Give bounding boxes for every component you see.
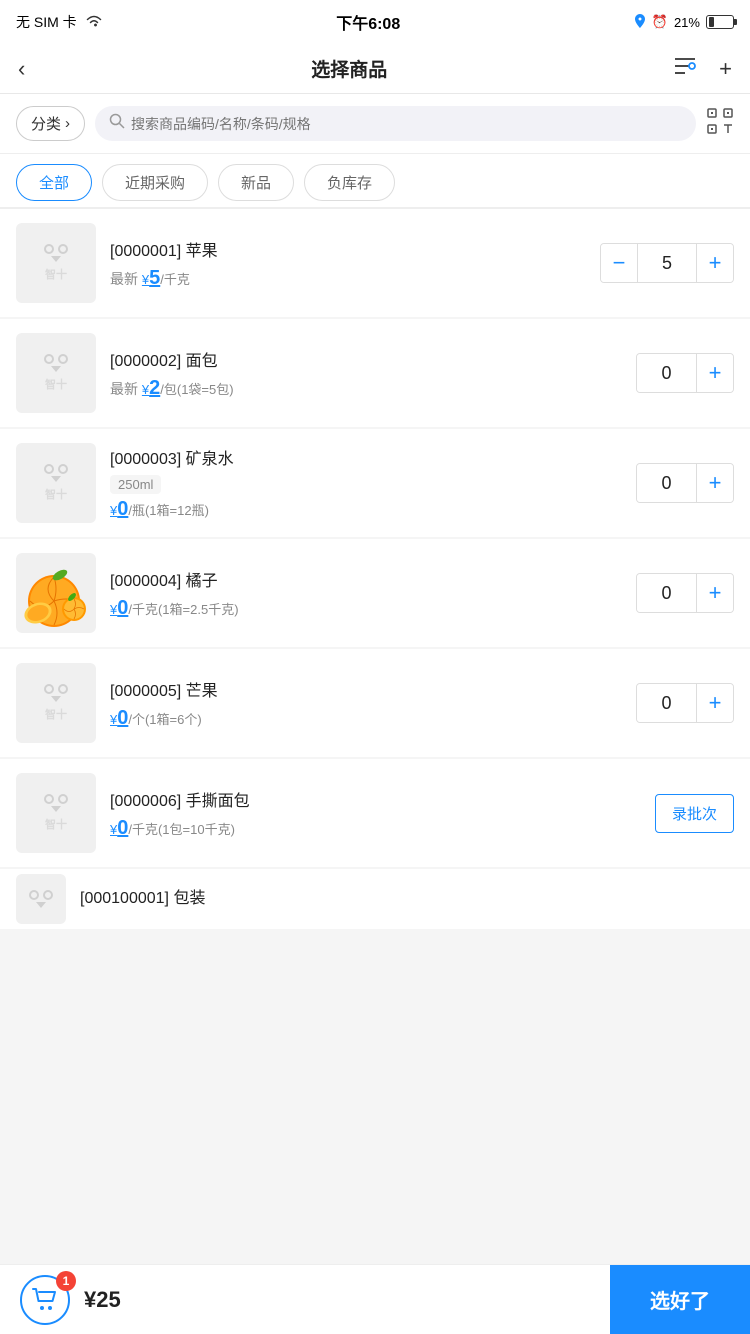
- quantity-control: +: [636, 463, 734, 503]
- category-button[interactable]: 分类 ›: [16, 106, 85, 141]
- placeholder-logo: 智十: [44, 684, 68, 722]
- wifi-icon: [85, 14, 103, 31]
- list-item: [0000004] 橘子 ¥0/千克(1箱=2.5千克) +: [0, 539, 750, 647]
- status-left: 无 SIM 卡: [16, 12, 103, 32]
- product-name: [0000006] 手撕面包: [110, 787, 641, 811]
- increase-button[interactable]: +: [697, 684, 733, 722]
- list-item: 智十 [0000003] 矿泉水 250ml ¥0/瓶(1箱=12瓶) +: [0, 429, 750, 537]
- tab-bar: 全部 近期采购 新品 负库存: [0, 154, 750, 209]
- product-info: [0000001] 苹果 最新 ¥5/千克: [110, 237, 586, 290]
- add-icon[interactable]: +: [719, 56, 732, 82]
- quantity-control: +: [636, 683, 734, 723]
- nav-actions: +: [673, 55, 732, 83]
- quantity-input[interactable]: [637, 244, 697, 282]
- cart-icon-button[interactable]: 1: [20, 1275, 70, 1325]
- product-name: [0000002] 面包: [110, 347, 622, 371]
- quantity-control: − +: [600, 243, 734, 283]
- quantity-input[interactable]: [637, 464, 697, 502]
- status-time: 下午6:08: [336, 10, 400, 34]
- increase-button[interactable]: +: [697, 354, 733, 392]
- product-list: 智十 [0000001] 苹果 最新 ¥5/千克 − +: [0, 209, 750, 929]
- category-label: 分类: [31, 113, 61, 134]
- product-thumbnail: 智十: [16, 333, 96, 413]
- product-info: [0000003] 矿泉水 250ml ¥0/瓶(1箱=12瓶): [110, 445, 622, 521]
- page-title: 选择商品: [311, 55, 387, 82]
- increase-button[interactable]: +: [697, 464, 733, 502]
- product-name: [0000003] 矿泉水: [110, 445, 622, 469]
- product-thumbnail: 智十: [16, 443, 96, 523]
- nav-bar: ‹ 选择商品 +: [0, 44, 750, 94]
- product-thumbnail: 智十: [16, 223, 96, 303]
- tab-new[interactable]: 新品: [218, 164, 294, 201]
- bottom-bar: 1 ¥25 选好了: [0, 1264, 750, 1334]
- quantity-control: +: [636, 573, 734, 613]
- decrease-button[interactable]: −: [601, 244, 637, 282]
- confirm-button[interactable]: 选好了: [610, 1265, 750, 1334]
- search-input[interactable]: [131, 116, 682, 132]
- product-price: ¥0/千克(1箱=2.5千克): [110, 597, 622, 620]
- tab-negative[interactable]: 负库存: [304, 164, 395, 201]
- cart-icon: [32, 1288, 58, 1312]
- product-name: [0000001] 苹果: [110, 237, 586, 261]
- product-name: [0000005] 芒果: [110, 677, 622, 701]
- search-input-wrap[interactable]: [95, 106, 696, 141]
- batch-button[interactable]: 录批次: [655, 794, 734, 833]
- placeholder-logo: 智十: [44, 244, 68, 282]
- cart-area: 1 ¥25: [20, 1275, 121, 1325]
- filter-icon[interactable]: [673, 55, 697, 83]
- product-thumbnail: [16, 874, 66, 924]
- product-thumbnail: 智十: [16, 663, 96, 743]
- carrier-label: 无 SIM 卡: [16, 12, 77, 32]
- list-item: 智十 [0000002] 面包 最新 ¥2/包(1袋=5包) +: [0, 319, 750, 427]
- placeholder-logo: 智十: [44, 794, 68, 832]
- location-icon: [634, 14, 646, 31]
- placeholder-logo: [29, 890, 53, 908]
- cart-badge: 1: [56, 1271, 76, 1291]
- product-spec: 250ml: [110, 475, 161, 494]
- tab-all[interactable]: 全部: [16, 164, 92, 201]
- search-icon: [109, 113, 125, 134]
- increase-button[interactable]: +: [697, 244, 733, 282]
- battery-percent: 21%: [674, 15, 700, 30]
- increase-button[interactable]: +: [697, 574, 733, 612]
- product-price: ¥0/个(1箱=6个): [110, 707, 622, 730]
- quantity-control: +: [636, 353, 734, 393]
- placeholder-logo: 智十: [44, 354, 68, 392]
- scan-icon[interactable]: [706, 107, 734, 140]
- quantity-input[interactable]: [637, 354, 697, 392]
- product-thumbnail: [16, 553, 96, 633]
- list-item: 智十 [0000001] 苹果 最新 ¥5/千克 − +: [0, 209, 750, 317]
- placeholder-logo: 智十: [44, 464, 68, 502]
- product-info: [0000002] 面包 最新 ¥2/包(1袋=5包): [110, 347, 622, 400]
- product-info: [000100001] 包装: [80, 884, 734, 914]
- product-name: [0000004] 橘子: [110, 567, 622, 591]
- back-button[interactable]: ‹: [18, 56, 25, 82]
- status-bar: 无 SIM 卡 下午6:08 ⏰ 21%: [0, 0, 750, 44]
- alarm-icon: ⏰: [652, 14, 668, 30]
- product-name: [000100001] 包装: [80, 884, 734, 908]
- category-chevron: ›: [65, 115, 70, 132]
- tab-recent[interactable]: 近期采购: [102, 164, 208, 201]
- cart-total: ¥25: [84, 1287, 121, 1313]
- quantity-input[interactable]: [637, 684, 697, 722]
- product-price: 最新 ¥2/包(1袋=5包): [110, 377, 622, 400]
- battery-icon: [706, 15, 734, 29]
- list-item-partial: [000100001] 包装: [0, 869, 750, 929]
- product-price: ¥0/千克(1包=10千克): [110, 817, 641, 840]
- list-item: 智十 [0000006] 手撕面包 ¥0/千克(1包=10千克) 录批次: [0, 759, 750, 867]
- product-info: [0000004] 橘子 ¥0/千克(1箱=2.5千克): [110, 567, 622, 620]
- product-price: ¥0/瓶(1箱=12瓶): [110, 498, 622, 521]
- product-info: [0000006] 手撕面包 ¥0/千克(1包=10千克): [110, 787, 641, 840]
- search-bar: 分类 ›: [0, 94, 750, 154]
- product-info: [0000005] 芒果 ¥0/个(1箱=6个): [110, 677, 622, 730]
- quantity-input[interactable]: [637, 574, 697, 612]
- status-right: ⏰ 21%: [634, 14, 734, 31]
- product-price: 最新 ¥5/千克: [110, 267, 586, 290]
- list-item: 智十 [0000005] 芒果 ¥0/个(1箱=6个) +: [0, 649, 750, 757]
- product-thumbnail: 智十: [16, 773, 96, 853]
